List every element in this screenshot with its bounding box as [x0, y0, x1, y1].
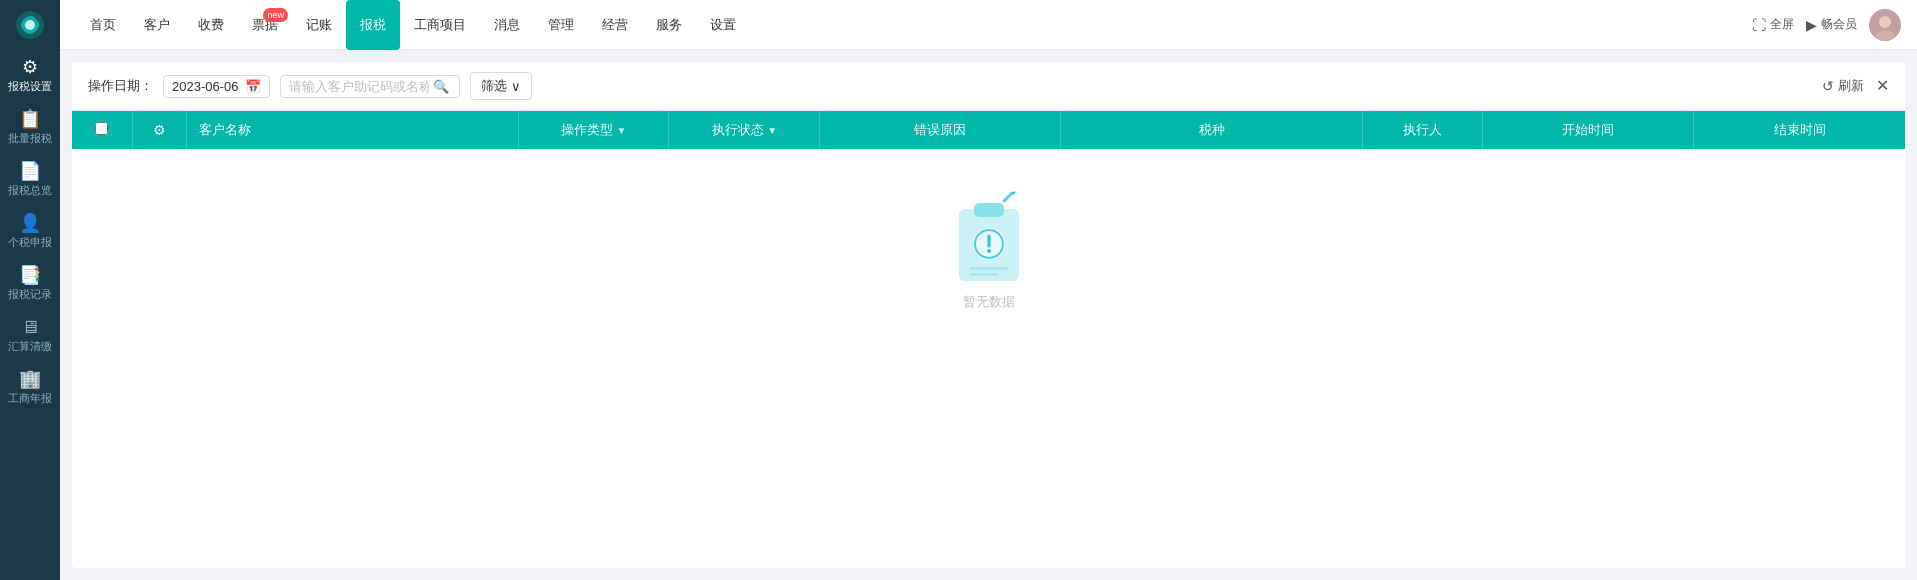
search-input[interactable]: [289, 79, 429, 94]
sidebar-item-huisuan-jiaona[interactable]: 🖥 汇算清缴: [0, 310, 60, 362]
nav-invoice[interactable]: 票据 new: [238, 0, 292, 50]
th-tax-type: 税种: [1061, 111, 1362, 149]
huisuan-jiaona-icon: 🖥: [21, 318, 39, 336]
gear-icon: ⚙: [153, 122, 166, 138]
sidebar-item-baoshui-shezhi[interactable]: ⚙ 报税设置: [0, 50, 60, 102]
svg-rect-13: [970, 267, 1008, 270]
th-end-time: 结束时间: [1694, 111, 1905, 149]
topnav: 首页 客户 收费 票据 new 记账 报税 工商项目 消息 管理 经营 服务 设…: [60, 0, 1917, 50]
topnav-right: ⛶ 全屏 ▶ 畅会员: [1752, 9, 1901, 41]
baoshui-zonglam-icon: 📄: [19, 162, 41, 180]
nav-operation[interactable]: 经营: [588, 0, 642, 50]
th-start-time: 开始时间: [1483, 111, 1694, 149]
nav-service[interactable]: 服务: [642, 0, 696, 50]
nav-settings[interactable]: 设置: [696, 0, 750, 50]
th-executor: 执行人: [1362, 111, 1483, 149]
nav-home[interactable]: 首页: [76, 0, 130, 50]
baoshui-jilu-icon: 📑: [19, 266, 41, 284]
avatar[interactable]: [1869, 9, 1901, 41]
member-button[interactable]: ▶ 畅会员: [1806, 16, 1857, 33]
nav-business[interactable]: 工商项目: [400, 0, 480, 50]
select-all-checkbox[interactable]: [95, 122, 108, 135]
sidebar-logo: [0, 0, 60, 50]
member-icon: ▶: [1806, 17, 1817, 33]
baoshui-shezhi-icon: ⚙: [22, 58, 38, 76]
th-check[interactable]: [72, 111, 132, 149]
sidebar-item-gongshang-nianbao[interactable]: 🏢 工商年报: [0, 362, 60, 414]
data-table: ⚙ 客户名称 操作类型 ▼ 执行状态 ▼: [72, 111, 1905, 149]
nav-invoice-badge: new: [263, 8, 288, 22]
refresh-button[interactable]: ↺ 刷新: [1822, 77, 1864, 95]
th-client: 客户名称: [187, 111, 519, 149]
calendar-icon: 📅: [245, 79, 261, 94]
refresh-icon: ↺: [1822, 78, 1834, 94]
svg-point-1: [25, 20, 35, 30]
close-button[interactable]: ✕: [1876, 78, 1889, 94]
main-area: 首页 客户 收费 票据 new 记账 报税 工商项目 消息 管理 经营 服务 设…: [60, 0, 1917, 580]
fullscreen-button[interactable]: ⛶ 全屏: [1752, 16, 1794, 33]
search-icon: 🔍: [433, 79, 449, 94]
panel: 操作日期： 2023-06-06 📅 🔍 筛选 ∨ ↺ 刷新: [72, 62, 1905, 568]
th-error: 错误原因: [820, 111, 1061, 149]
nav-manage[interactable]: 管理: [534, 0, 588, 50]
search-box[interactable]: 🔍: [280, 75, 460, 98]
th-op-type: 操作类型 ▼: [518, 111, 669, 149]
empty-illustration: [944, 189, 1034, 289]
gongshang-nianbao-icon: 🏢: [19, 370, 41, 388]
nav-accounting[interactable]: 记账: [292, 0, 346, 50]
toolbar: 操作日期： 2023-06-06 📅 🔍 筛选 ∨ ↺ 刷新: [72, 62, 1905, 111]
th-gear[interactable]: ⚙: [132, 111, 186, 149]
nav-client[interactable]: 客户: [130, 0, 184, 50]
table-wrap: ⚙ 客户名称 操作类型 ▼ 执行状态 ▼: [72, 111, 1905, 568]
piliang-baoshui-icon: 📋: [19, 110, 41, 128]
empty-state: 暂无数据: [72, 149, 1905, 351]
svg-rect-14: [970, 273, 998, 276]
sidebar-item-piliang-baoshui[interactable]: 📋 批量报税: [0, 102, 60, 154]
sidebar-item-baoshui-jilu[interactable]: 📑 报税记录: [0, 258, 60, 310]
geshui-shenbao-icon: 👤: [19, 214, 41, 232]
op-type-sort-icon[interactable]: ▼: [616, 125, 626, 136]
svg-point-12: [987, 249, 991, 253]
svg-line-7: [1004, 193, 1012, 201]
date-input[interactable]: 2023-06-06 📅: [163, 75, 270, 98]
status-sort-icon[interactable]: ▼: [767, 125, 777, 136]
sidebar-item-baoshui-zonglam[interactable]: 📄 报税总览: [0, 154, 60, 206]
nav-message[interactable]: 消息: [480, 0, 534, 50]
empty-text: 暂无数据: [963, 293, 1015, 311]
filter-button[interactable]: 筛选 ∨: [470, 72, 532, 100]
svg-rect-6: [974, 203, 1004, 217]
sidebar-item-geshui-shenbao[interactable]: 👤 个税申报: [0, 206, 60, 258]
fullscreen-icon: ⛶: [1752, 17, 1766, 33]
date-label: 操作日期：: [88, 77, 153, 95]
content: 操作日期： 2023-06-06 📅 🔍 筛选 ∨ ↺ 刷新: [60, 50, 1917, 580]
sidebar: ⚙ 报税设置 📋 批量报税 📄 报税总览 👤 个税申报 📑 报税记录 🖥 汇算清…: [0, 0, 60, 580]
chevron-down-icon: ∨: [511, 79, 521, 94]
th-status: 执行状态 ▼: [669, 111, 820, 149]
nav-billing[interactable]: 收费: [184, 0, 238, 50]
toolbar-right: ↺ 刷新 ✕: [1822, 77, 1889, 95]
svg-point-3: [1879, 16, 1891, 28]
nav-tax[interactable]: 报税: [346, 0, 400, 50]
